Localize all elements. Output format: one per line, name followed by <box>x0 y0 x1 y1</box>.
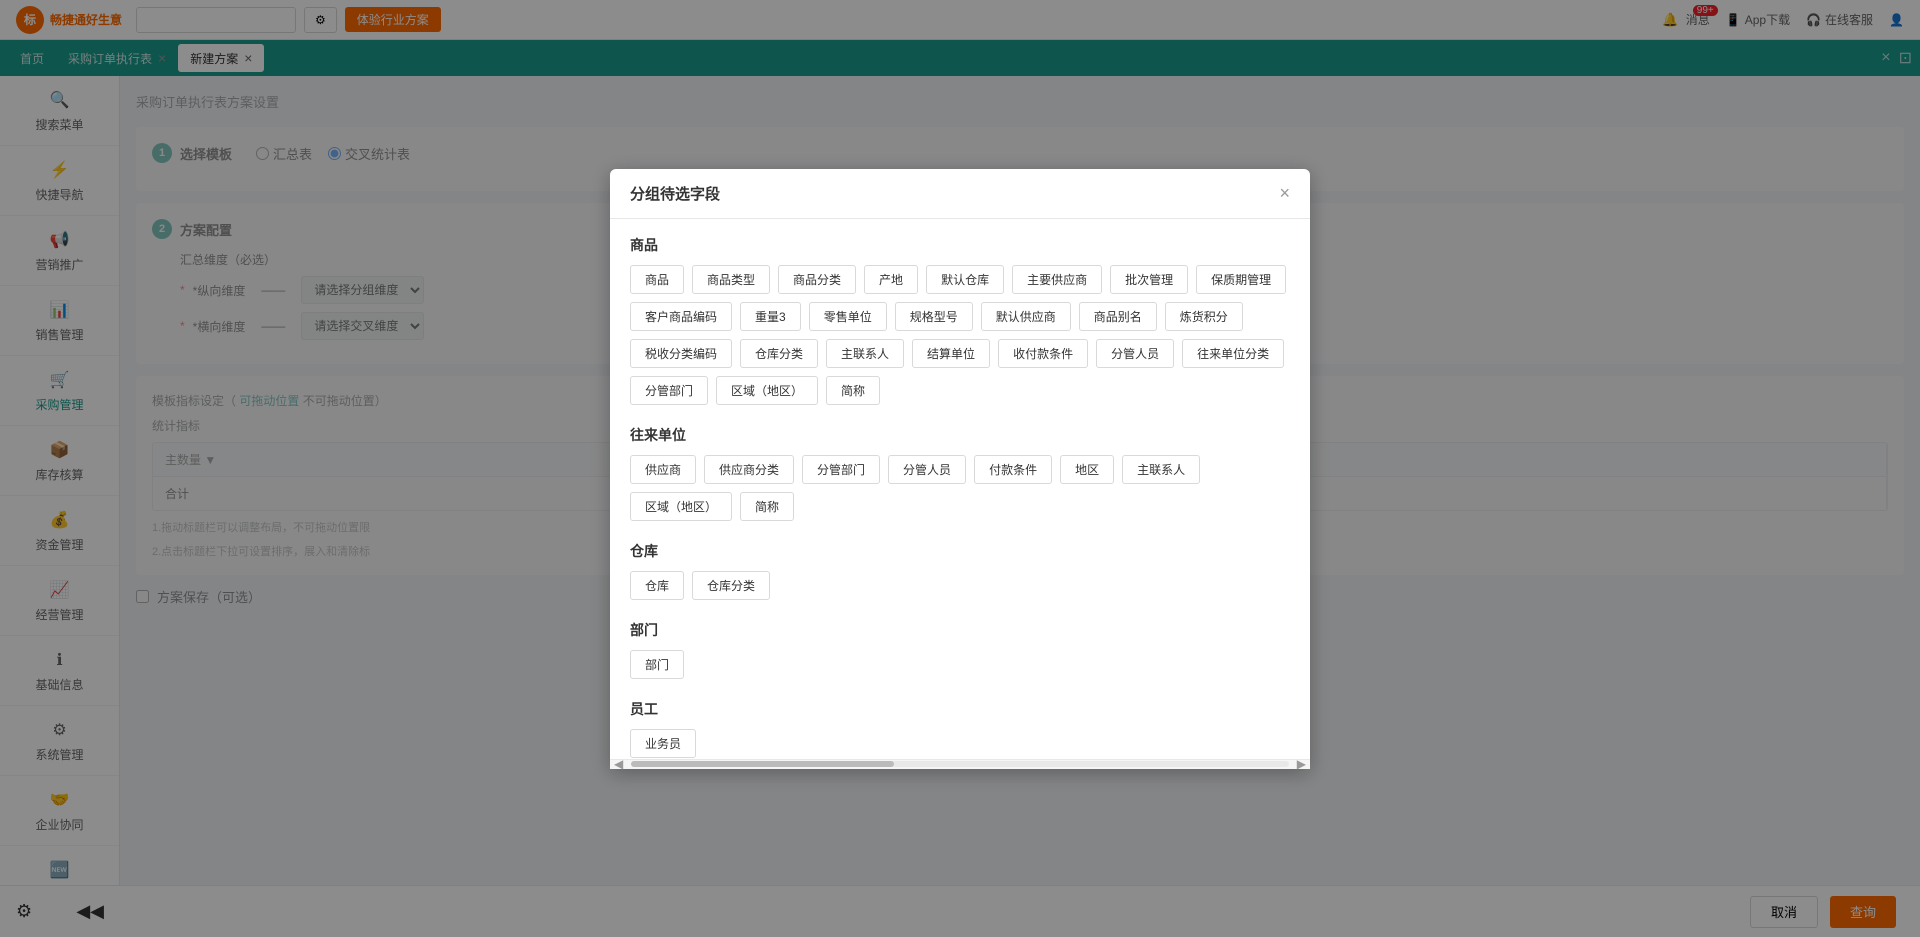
field-tag-default-supplier[interactable]: 默认供应商 <box>981 302 1071 331</box>
field-tag-salesperson[interactable]: 业务员 <box>630 729 696 758</box>
field-tag-warehouse-category[interactable]: 仓库分类 <box>740 339 818 368</box>
modal-scroll-bottom: ◀ ▶ <box>610 759 1310 769</box>
field-tag-default-warehouse[interactable]: 默认仓库 <box>926 265 1004 294</box>
section-warehouse: 仓库 仓库 仓库分类 <box>630 541 1290 600</box>
modal-overlay: 分组待选字段 × 商品 商品 商品类型 商品分类 产地 默认仓库 主要供应商 批… <box>0 0 1920 937</box>
scroll-left-arrow[interactable]: ◀ <box>610 757 627 771</box>
modal-close-btn[interactable]: × <box>1279 183 1290 204</box>
modal-title: 分组待选字段 <box>630 183 720 204</box>
section-department: 部门 部门 <box>630 620 1290 679</box>
field-tag-supervisor[interactable]: 分管人员 <box>1096 339 1174 368</box>
field-tag-goods-type[interactable]: 商品类型 <box>692 265 770 294</box>
field-tag-region[interactable]: 区域（地区） <box>716 376 818 405</box>
field-tag-partner-supervisor[interactable]: 分管人员 <box>888 455 966 484</box>
field-tag-partner-dept[interactable]: 分管部门 <box>802 455 880 484</box>
field-tag-wh-category[interactable]: 仓库分类 <box>692 571 770 600</box>
field-tag-weight3[interactable]: 重量3 <box>740 302 801 331</box>
field-tag-main-contact[interactable]: 主联系人 <box>826 339 904 368</box>
field-tag-payment-cond[interactable]: 付款条件 <box>974 455 1052 484</box>
section-partner: 往来单位 供应商 供应商分类 分管部门 分管人员 付款条件 地区 主联系人 区域… <box>630 425 1290 521</box>
section-goods-tags: 商品 商品类型 商品分类 产地 默认仓库 主要供应商 批次管理 保质期管理 客户… <box>630 265 1290 405</box>
modal-header: 分组待选字段 × <box>610 169 1310 219</box>
field-tag-spec-model[interactable]: 规格型号 <box>895 302 973 331</box>
section-partner-tags: 供应商 供应商分类 分管部门 分管人员 付款条件 地区 主联系人 区域（地区） … <box>630 455 1290 521</box>
field-tag-payment-terms[interactable]: 收付款条件 <box>998 339 1088 368</box>
scroll-track <box>631 761 1289 767</box>
section-partner-title: 往来单位 <box>630 425 1290 445</box>
section-dept-tags: 部门 <box>630 650 1290 679</box>
field-tag-partner-short[interactable]: 简称 <box>740 492 794 521</box>
field-tag-goods-category[interactable]: 商品分类 <box>778 265 856 294</box>
field-tag-dept[interactable]: 分管部门 <box>630 376 708 405</box>
field-tag-batch-manage[interactable]: 批次管理 <box>1110 265 1188 294</box>
section-goods: 商品 商品 商品类型 商品分类 产地 默认仓库 主要供应商 批次管理 保质期管理… <box>630 235 1290 405</box>
field-tag-origin[interactable]: 产地 <box>864 265 918 294</box>
field-tag-partner-region[interactable]: 区域（地区） <box>630 492 732 521</box>
field-tag-expiry[interactable]: 保质期管理 <box>1196 265 1286 294</box>
scroll-thumb <box>631 761 894 767</box>
modal-body[interactable]: 商品 商品 商品类型 商品分类 产地 默认仓库 主要供应商 批次管理 保质期管理… <box>610 219 1310 759</box>
field-tag-retail-unit[interactable]: 零售单位 <box>809 302 887 331</box>
scroll-right-arrow[interactable]: ▶ <box>1293 757 1310 771</box>
field-tag-refine-points[interactable]: 炼货积分 <box>1165 302 1243 331</box>
field-tag-goods[interactable]: 商品 <box>630 265 684 294</box>
field-select-modal: 分组待选字段 × 商品 商品 商品类型 商品分类 产地 默认仓库 主要供应商 批… <box>610 169 1310 769</box>
field-tag-settlement-unit[interactable]: 结算单位 <box>912 339 990 368</box>
field-tag-customer-code[interactable]: 客户商品编码 <box>630 302 732 331</box>
field-tag-tax-code[interactable]: 税收分类编码 <box>630 339 732 368</box>
field-tag-warehouse[interactable]: 仓库 <box>630 571 684 600</box>
field-tag-area[interactable]: 地区 <box>1060 455 1114 484</box>
field-tag-partner-contact[interactable]: 主联系人 <box>1122 455 1200 484</box>
field-tag-supplier[interactable]: 供应商 <box>630 455 696 484</box>
field-tag-main-supplier[interactable]: 主要供应商 <box>1012 265 1102 294</box>
section-warehouse-tags: 仓库 仓库分类 <box>630 571 1290 600</box>
section-dept-title: 部门 <box>630 620 1290 640</box>
field-tag-short-name[interactable]: 简称 <box>826 376 880 405</box>
field-tag-partner-category[interactable]: 往来单位分类 <box>1182 339 1284 368</box>
section-employee-title: 员工 <box>630 699 1290 719</box>
field-tag-supplier-category[interactable]: 供应商分类 <box>704 455 794 484</box>
field-tag-goods-alias[interactable]: 商品别名 <box>1079 302 1157 331</box>
section-warehouse-title: 仓库 <box>630 541 1290 561</box>
section-goods-title: 商品 <box>630 235 1290 255</box>
section-employee: 员工 业务员 <box>630 699 1290 758</box>
field-tag-department[interactable]: 部门 <box>630 650 684 679</box>
section-employee-tags: 业务员 <box>630 729 1290 758</box>
